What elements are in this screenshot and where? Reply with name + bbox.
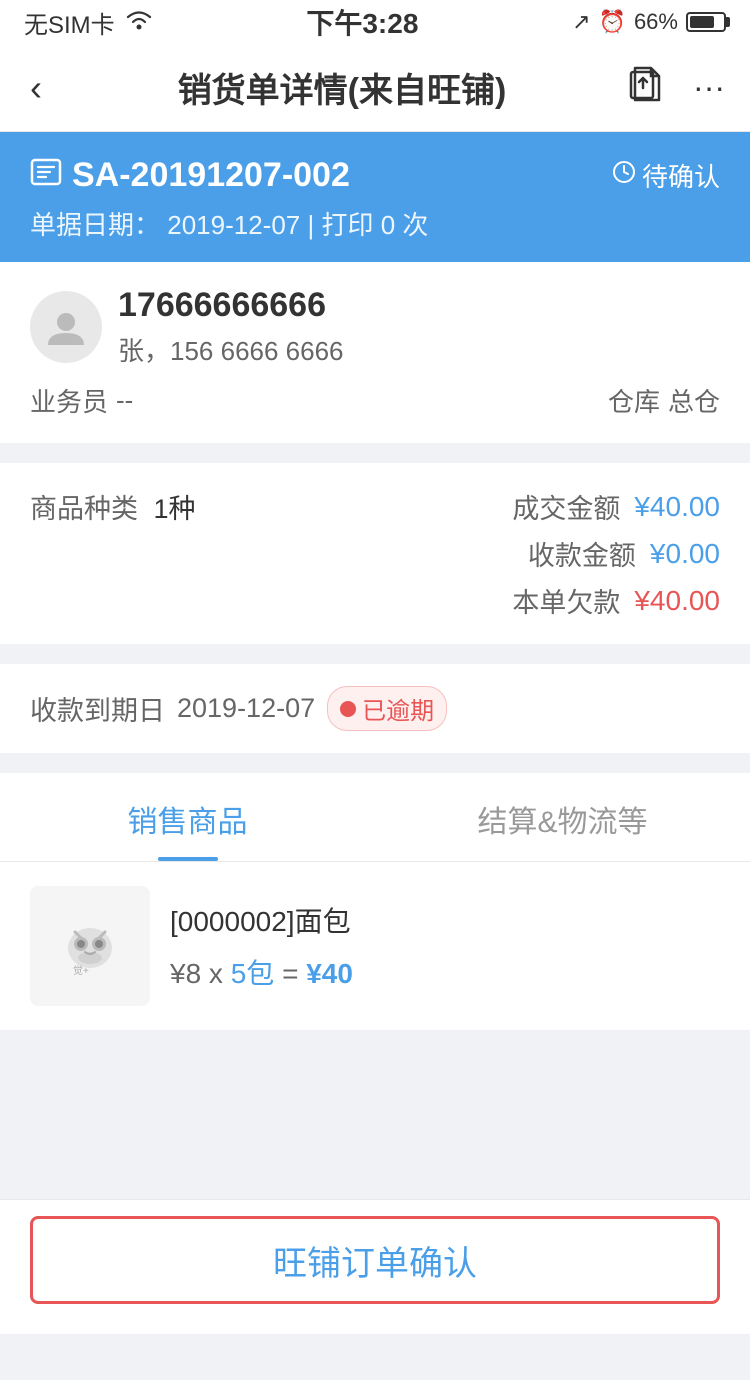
divider-2	[0, 654, 750, 664]
summary-right: 成交金额 ¥40.00 收款金额 ¥0.00 本单欠款 ¥40.00	[512, 487, 720, 620]
time-label: 下午3:28	[306, 2, 418, 42]
unit-price: ¥8 x	[170, 958, 231, 989]
amount-value-3: ¥40.00	[634, 585, 720, 617]
amount-value-2: ¥0.00	[650, 538, 720, 570]
equals-sign: =	[282, 958, 306, 989]
status-bar: 无SIM卡 下午3:28 ↗ ⏰ 66%	[0, 0, 750, 44]
customer-row: 17666666666 张，156 6666 6666	[30, 286, 720, 368]
avatar	[30, 291, 102, 363]
product-thumbnail: 觉+	[30, 886, 150, 1006]
customer-info: 17666666666 张，156 6666 6666	[118, 286, 720, 368]
order-header: SA-20191207-002 待确认 单据日期： 2019-12-07 | 打…	[0, 132, 750, 262]
amount-label-1: 成交金额	[512, 487, 620, 526]
customer-meta: 业务员 -- 仓库 总仓	[30, 382, 720, 419]
svg-text:觉+: 觉+	[73, 965, 89, 976]
summary-row: 商品种类 1种 成交金额 ¥40.00 收款金额 ¥0.00 本单欠款 ¥40.…	[30, 487, 720, 620]
order-id-text: SA-20191207-002	[72, 156, 350, 195]
product-list: 觉+ [0000002]面包 ¥8 x 5包 = ¥40	[0, 862, 750, 1030]
summary-card: 商品种类 1种 成交金额 ¥40.00 收款金额 ¥0.00 本单欠款 ¥40.…	[0, 463, 750, 644]
order-header-row: SA-20191207-002 待确认	[30, 156, 720, 195]
more-button[interactable]: ···	[688, 64, 730, 111]
warehouse-label: 仓库	[608, 382, 660, 419]
confirm-button-label: 旺铺订单确认	[273, 1236, 477, 1285]
customer-name: 张，156 6666 6666	[118, 331, 720, 368]
order-id: SA-20191207-002	[30, 156, 350, 195]
network-label: 无SIM卡	[24, 5, 115, 40]
clock-icon	[612, 160, 636, 191]
nav-actions: ···	[622, 61, 730, 115]
total-price: ¥40	[306, 958, 353, 989]
wifi-icon	[125, 8, 153, 37]
order-status: 待确认	[612, 157, 720, 194]
battery-label: 66%	[634, 9, 678, 35]
summary-left: 商品种类 1种	[30, 487, 196, 526]
amount-label-2: 收款金额	[528, 534, 636, 573]
amount-row-3: 本单欠款 ¥40.00	[512, 581, 720, 620]
share-button[interactable]	[622, 61, 668, 115]
customer-phone: 17666666666	[118, 286, 720, 325]
category-label: 商品种类	[30, 494, 138, 524]
tab-products-label: 销售商品	[128, 806, 248, 839]
amount-value-1: ¥40.00	[634, 491, 720, 523]
tab-settlement[interactable]: 结算&物流等	[375, 773, 750, 861]
customer-card: 17666666666 张，156 6666 6666 业务员 -- 仓库 总仓	[0, 262, 750, 443]
due-date-label: 收款到期日	[30, 689, 165, 728]
due-date-value: 2019-12-07	[177, 693, 315, 724]
qty-value: 5包	[231, 958, 275, 989]
date-label: 单据日期：	[30, 210, 160, 240]
divider-3	[0, 763, 750, 773]
order-icon	[30, 156, 62, 195]
nav-bar: ‹ 销货单详情(来自旺铺) ···	[0, 44, 750, 132]
warehouse-item: 仓库 总仓	[608, 382, 720, 419]
date-sep: |	[307, 210, 321, 240]
confirm-button[interactable]: 旺铺订单确认	[30, 1216, 720, 1304]
status-right: ↗ ⏰ 66%	[572, 9, 726, 35]
status-text: 待确认	[642, 157, 720, 194]
salesperson-label: 业务员	[30, 382, 108, 419]
product-item: 觉+ [0000002]面包 ¥8 x 5包 = ¥40	[0, 862, 750, 1030]
amount-row-1: 成交金额 ¥40.00	[512, 487, 720, 526]
direction-icon: ↗	[572, 9, 590, 35]
product-info: [0000002]面包 ¥8 x 5包 = ¥40	[170, 900, 720, 992]
print-text: 打印 0 次	[321, 210, 428, 240]
tabs-bar: 销售商品 结算&物流等	[0, 773, 750, 862]
order-date: 单据日期： 2019-12-07 | 打印 0 次	[30, 205, 720, 242]
amount-row-2: 收款金额 ¥0.00	[528, 534, 720, 573]
category-value: 1种	[154, 494, 196, 524]
status-left: 无SIM卡	[24, 5, 153, 40]
product-price: ¥8 x 5包 = ¥40	[170, 952, 720, 992]
salesperson-value: --	[116, 385, 133, 416]
alarm-icon: ⏰	[599, 9, 626, 35]
product-name: [0000002]面包	[170, 900, 720, 940]
overdue-dot	[340, 701, 356, 717]
amount-label-3: 本单欠款	[512, 581, 620, 620]
divider-1	[0, 453, 750, 463]
back-button[interactable]: ‹	[20, 57, 62, 119]
tab-products[interactable]: 销售商品	[0, 773, 375, 861]
overdue-badge: 已逾期	[327, 686, 447, 731]
due-date-card: 收款到期日 2019-12-07 已逾期	[0, 664, 750, 753]
salesperson-item: 业务员 --	[30, 382, 133, 419]
tab-settlement-label: 结算&物流等	[477, 806, 647, 839]
date-value: 2019-12-07	[167, 210, 300, 240]
battery-icon	[686, 12, 726, 32]
page-title: 销货单详情(来自旺铺)	[62, 63, 622, 112]
confirm-button-wrap: 旺铺订单确认	[0, 1199, 750, 1334]
warehouse-value: 总仓	[668, 382, 720, 419]
overdue-text: 已逾期	[362, 691, 434, 726]
